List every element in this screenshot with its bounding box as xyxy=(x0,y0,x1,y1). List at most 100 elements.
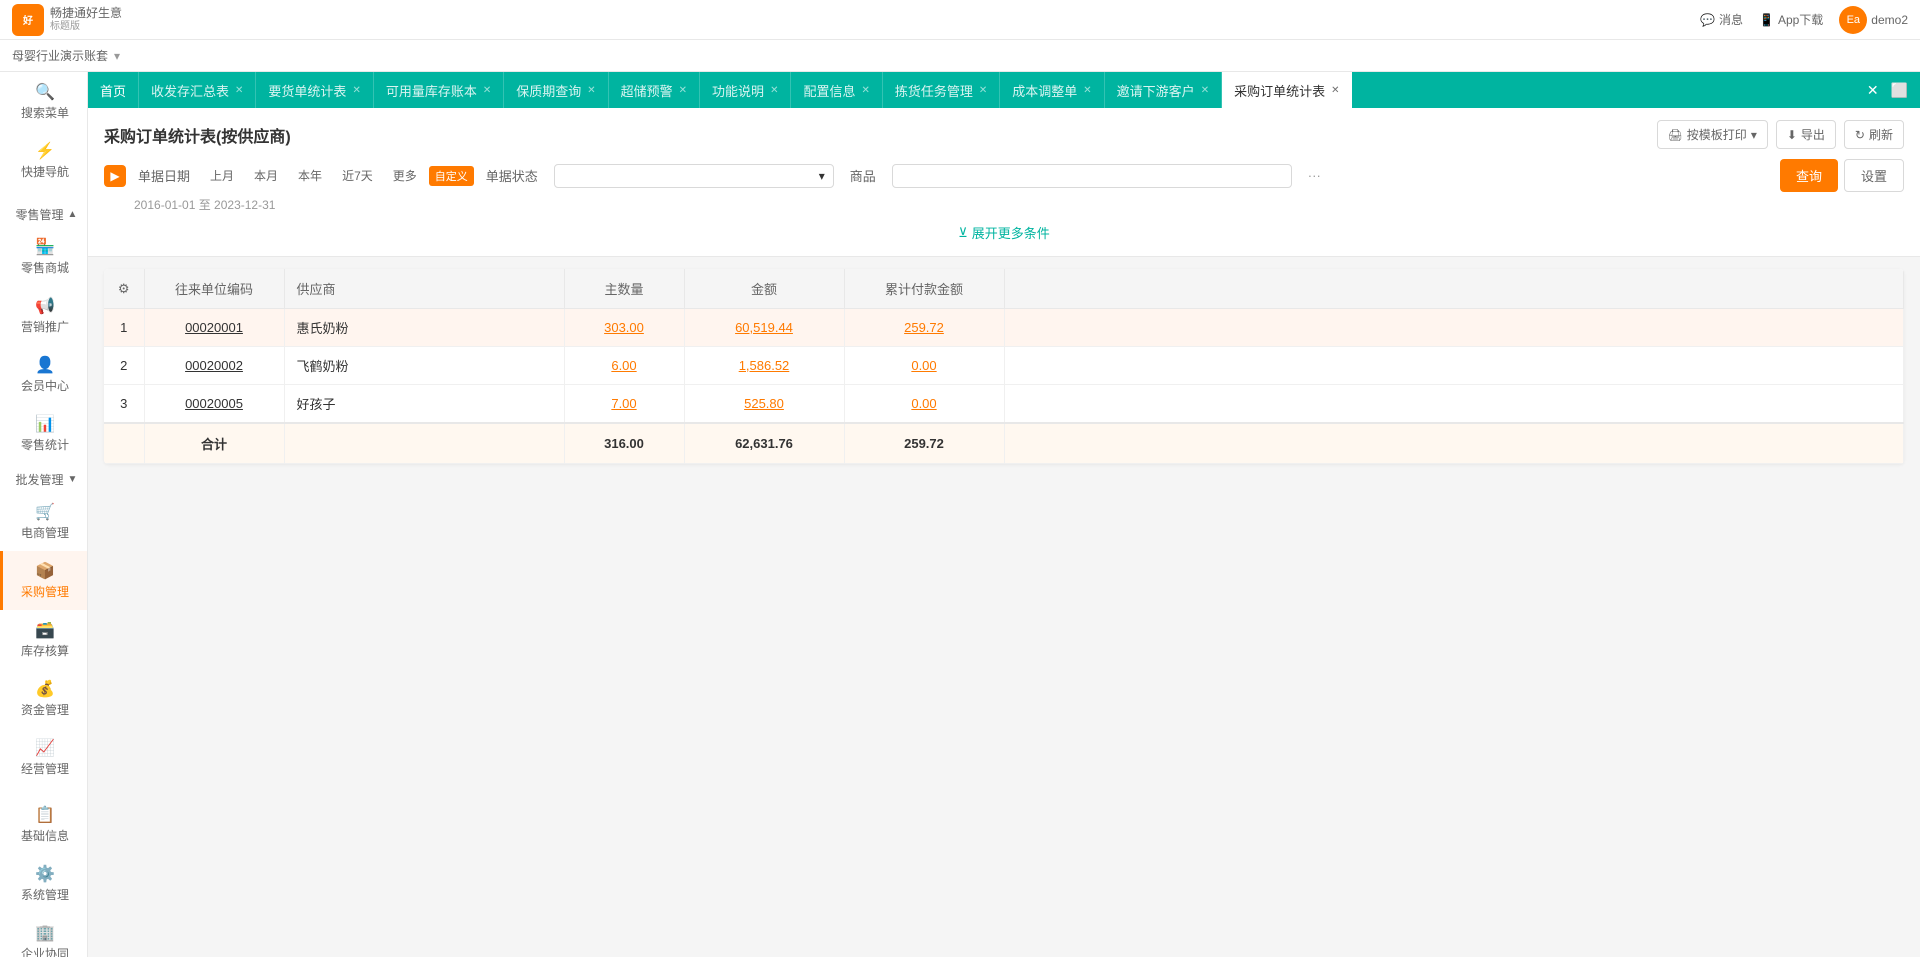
tab-receive-send[interactable]: 收发存汇总表 ✕ xyxy=(139,72,256,108)
sidebar-item-retail-mall[interactable]: 🏪 零售商城 xyxy=(0,227,87,286)
tab-close-icon[interactable]: ✕ xyxy=(1083,85,1091,96)
footer-paid: 259.72 xyxy=(844,423,1004,464)
date-opt-last-month[interactable]: 上月 xyxy=(202,165,242,186)
sidebar-item-purchase[interactable]: 📦 采购管理 xyxy=(0,551,87,610)
cell-supplier: 惠氏奶粉 xyxy=(284,309,564,347)
tab-invite-downstream[interactable]: 邀请下游客户 ✕ xyxy=(1105,72,1222,108)
tab-close-icon[interactable]: ✕ xyxy=(1331,85,1339,96)
tab-close-icon[interactable]: ✕ xyxy=(483,85,491,96)
marketing-icon: 📢 xyxy=(35,296,55,316)
print-icon: 🖨 xyxy=(1668,128,1683,142)
sidebar-item-inventory[interactable]: 🗃️ 库存核算 xyxy=(0,610,87,669)
tab-close-icon[interactable]: ✕ xyxy=(861,85,869,96)
tab-function-desc[interactable]: 功能说明 ✕ xyxy=(700,72,791,108)
app-download-button[interactable]: 📱 App下载 xyxy=(1759,11,1823,28)
tab-label: 功能说明 xyxy=(712,81,764,100)
expand-more-button[interactable]: ⊻ 展开更多条件 xyxy=(958,217,1050,248)
member-icon: 👤 xyxy=(35,355,55,375)
sidebar-item-finance[interactable]: 💰 资金管理 xyxy=(0,669,87,728)
sidebar-item-basic[interactable]: 📋 基础信息 xyxy=(0,795,87,854)
column-settings-icon[interactable]: ⚙ xyxy=(118,281,130,296)
message-icon: 💬 xyxy=(1700,13,1715,27)
tab-order-stats[interactable]: 要货单统计表 ✕ xyxy=(256,72,373,108)
settings-button[interactable]: 设置 xyxy=(1844,159,1904,192)
page-title-row: 采购订单统计表(按供应商) 🖨 按模板打印 ▾ ⬇ 导出 ↻ xyxy=(104,120,1904,149)
stats-icon: 📊 xyxy=(35,414,55,434)
refresh-button[interactable]: ↻ 刷新 xyxy=(1844,120,1904,149)
more-options-icon[interactable]: ··· xyxy=(1308,168,1321,183)
sidebar-item-enterprise[interactable]: 🏢 企业协同 xyxy=(0,913,87,957)
tab-shelf-query[interactable]: 保质期查询 ✕ xyxy=(504,72,608,108)
sidebar-item-search[interactable]: 🔍 搜索菜单 xyxy=(0,72,87,131)
tab-available-inventory[interactable]: 可用量库存账本 ✕ xyxy=(374,72,504,108)
top-bar: 好 畅捷通好生意 标题版 💬 消息 📱 App下载 Ea demo2 xyxy=(0,0,1920,40)
sidebar-item-member[interactable]: 👤 会员中心 xyxy=(0,345,87,404)
action-buttons: 查询 设置 xyxy=(1780,159,1904,192)
sidebar-item-quicknav[interactable]: ⚡ 快捷导航 xyxy=(0,131,87,190)
sidebar-item-operation[interactable]: 📈 经营管理 xyxy=(0,728,87,787)
footer-qty: 316.00 xyxy=(564,423,684,464)
avatar: Ea xyxy=(1839,6,1867,34)
cell-paid: 0.00 xyxy=(844,347,1004,385)
tab-purchase-order-stats[interactable]: 采购订单统计表 ✕ xyxy=(1222,72,1352,108)
message-button[interactable]: 💬 消息 xyxy=(1700,11,1743,28)
col-header-supplier: 供应商 xyxy=(284,269,564,309)
tab-close-icon[interactable]: ✕ xyxy=(235,85,243,96)
cell-amount: 1,586.52 xyxy=(684,347,844,385)
cell-qty: 6.00 xyxy=(564,347,684,385)
purchase-icon: 📦 xyxy=(35,561,55,581)
sidebar-item-system[interactable]: ⚙️ 系统管理 xyxy=(0,854,87,913)
date-opt-7days[interactable]: 近7天 xyxy=(334,165,381,186)
tab-close-icon[interactable]: ✕ xyxy=(1201,85,1209,96)
query-button[interactable]: 查询 xyxy=(1780,159,1838,192)
tab-label: 邀请下游客户 xyxy=(1117,81,1195,100)
tab-home[interactable]: 首页 xyxy=(88,72,139,108)
date-opt-this-year[interactable]: 本年 xyxy=(290,165,330,186)
tab-config-info[interactable]: 配置信息 ✕ xyxy=(791,72,882,108)
filter-toggle-button[interactable]: ▶ xyxy=(104,165,126,187)
logo-icon: 好 xyxy=(12,4,44,36)
cell-empty xyxy=(1004,347,1904,385)
cell-qty: 303.00 xyxy=(564,309,684,347)
tab-close-icon[interactable]: ✕ xyxy=(979,85,987,96)
tab-close-icon[interactable]: ✕ xyxy=(679,85,687,96)
tab-cost-adjust[interactable]: 成本调整单 ✕ xyxy=(1000,72,1104,108)
col-header-settings[interactable]: ⚙ xyxy=(104,269,144,309)
template-print-button[interactable]: 🖨 按模板打印 ▾ xyxy=(1657,120,1768,149)
workspace-selector[interactable]: 母婴行业演示账套 ▾ xyxy=(0,40,1920,72)
table-row: 2 00020002 飞鹤奶粉 6.00 1,586.52 0.00 xyxy=(104,347,1904,385)
page-actions: 🖨 按模板打印 ▾ ⬇ 导出 ↻ 刷新 xyxy=(1657,120,1904,149)
user-menu[interactable]: Ea demo2 xyxy=(1839,6,1908,34)
tab-close-icon[interactable]: ✕ xyxy=(770,85,778,96)
sidebar-item-retail-stats[interactable]: 📊 零售统计 xyxy=(0,404,87,463)
footer-empty-1 xyxy=(104,423,144,464)
sidebar-label-retail-manage: 零售管理 xyxy=(16,206,64,223)
top-right: 💬 消息 📱 App下载 Ea demo2 xyxy=(1700,6,1908,34)
chevron-up-icon: ▲ xyxy=(68,209,78,220)
filter-row-1: ▶ 单据日期 上月 本月 本年 近7天 更多 自定义 单据状态 xyxy=(104,159,1904,192)
tab-close-icon[interactable]: ✕ xyxy=(352,85,360,96)
status-select[interactable]: ▾ xyxy=(554,164,834,188)
data-table: ⚙ 往来单位编码 供应商 主数量 金额 累计付款金额 1 00020001 惠氏… xyxy=(104,269,1904,464)
cell-amount: 60,519.44 xyxy=(684,309,844,347)
table-area: ⚙ 往来单位编码 供应商 主数量 金额 累计付款金额 1 00020001 惠氏… xyxy=(88,257,1920,957)
tab-close-icon[interactable]: ✕ xyxy=(587,85,595,96)
date-opt-this-month[interactable]: 本月 xyxy=(246,165,286,186)
sidebar-item-marketing[interactable]: 📢 营销推广 xyxy=(0,286,87,345)
goods-input[interactable] xyxy=(892,164,1292,188)
chevron-down-icon: ▾ xyxy=(114,49,120,63)
logo-area: 好 畅捷通好生意 标题版 xyxy=(12,4,122,36)
export-button[interactable]: ⬇ 导出 xyxy=(1776,120,1836,149)
table-row: 1 00020001 惠氏奶粉 303.00 60,519.44 259.72 xyxy=(104,309,1904,347)
cell-supplier: 好孩子 xyxy=(284,385,564,424)
sidebar-item-ecommerce[interactable]: 🛒 电商管理 xyxy=(0,492,87,551)
sidebar-item-retail-manage[interactable]: 零售管理 ▲ xyxy=(0,198,87,227)
sidebar-item-wholesale[interactable]: 批发管理 ▼ xyxy=(0,463,87,492)
home-tab-label: 首页 xyxy=(100,81,126,100)
tab-overstock[interactable]: 超储预警 ✕ xyxy=(609,72,700,108)
tab-label: 超储预警 xyxy=(621,81,673,100)
tab-maximize-button[interactable]: ⬜ xyxy=(1887,80,1912,101)
date-opt-more[interactable]: 更多 xyxy=(385,165,425,186)
tab-pickup-task[interactable]: 拣货任务管理 ✕ xyxy=(883,72,1000,108)
tab-close-all-button[interactable]: ✕ xyxy=(1863,80,1883,101)
